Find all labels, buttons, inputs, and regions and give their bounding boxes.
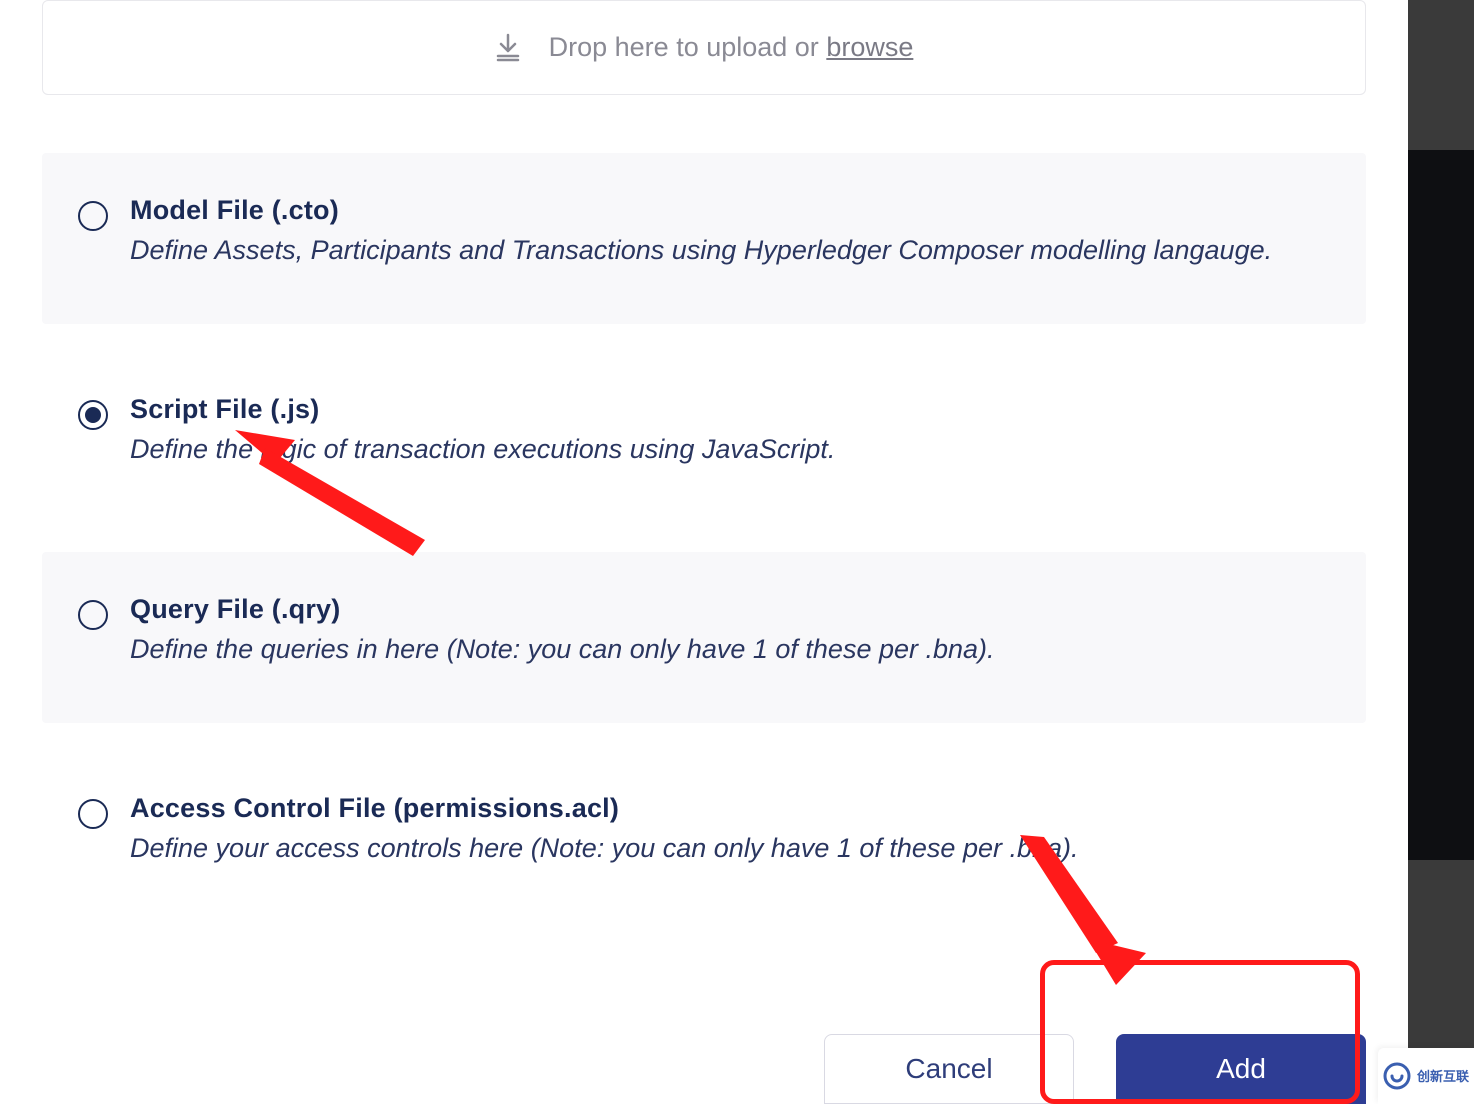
option-model-text: Model File (.cto) Define Assets, Partici… (130, 195, 1330, 268)
modal-footer: Cancel Add (0, 1034, 1408, 1104)
option-model-file[interactable]: Model File (.cto) Define Assets, Partici… (42, 153, 1366, 324)
watermark-icon (1383, 1062, 1411, 1090)
download-icon (495, 33, 521, 63)
watermark-badge: 创新互联 (1378, 1048, 1474, 1104)
radio-query[interactable] (78, 600, 108, 630)
option-acl-title: Access Control File (permissions.acl) (130, 793, 1330, 824)
radio-model[interactable] (78, 201, 108, 231)
dropzone-text: Drop here to upload or browse (549, 32, 914, 63)
option-acl-file[interactable]: Access Control File (permissions.acl) De… (42, 751, 1366, 922)
option-model-desc: Define Assets, Participants and Transact… (130, 232, 1330, 268)
option-query-title: Query File (.qry) (130, 594, 1330, 625)
option-script-text: Script File (.js) Define the logic of tr… (130, 394, 1330, 467)
option-model-title: Model File (.cto) (130, 195, 1330, 226)
radio-script[interactable] (78, 400, 108, 430)
upload-dropzone[interactable]: Drop here to upload or browse (42, 0, 1366, 95)
cancel-button[interactable]: Cancel (824, 1034, 1074, 1104)
option-query-desc: Define the queries in here (Note: you ca… (130, 631, 1330, 667)
option-script-title: Script File (.js) (130, 394, 1330, 425)
browse-link[interactable]: browse (826, 32, 913, 62)
option-acl-text: Access Control File (permissions.acl) De… (130, 793, 1330, 866)
background-dark-strip (1408, 150, 1474, 860)
option-query-file[interactable]: Query File (.qry) Define the queries in … (42, 552, 1366, 723)
watermark-text: 创新互联 (1417, 1070, 1469, 1083)
dropzone-label: Drop here to upload or (549, 32, 827, 62)
option-query-text: Query File (.qry) Define the queries in … (130, 594, 1330, 667)
modal-body: Drop here to upload or browse Model File… (0, 0, 1408, 1034)
option-acl-desc: Define your access controls here (Note: … (130, 830, 1330, 866)
option-script-file[interactable]: Script File (.js) Define the logic of tr… (42, 352, 1366, 523)
add-button[interactable]: Add (1116, 1034, 1366, 1104)
add-file-modal: Drop here to upload or browse Model File… (0, 0, 1408, 1104)
option-script-desc: Define the logic of transaction executio… (130, 431, 1330, 467)
radio-acl[interactable] (78, 799, 108, 829)
